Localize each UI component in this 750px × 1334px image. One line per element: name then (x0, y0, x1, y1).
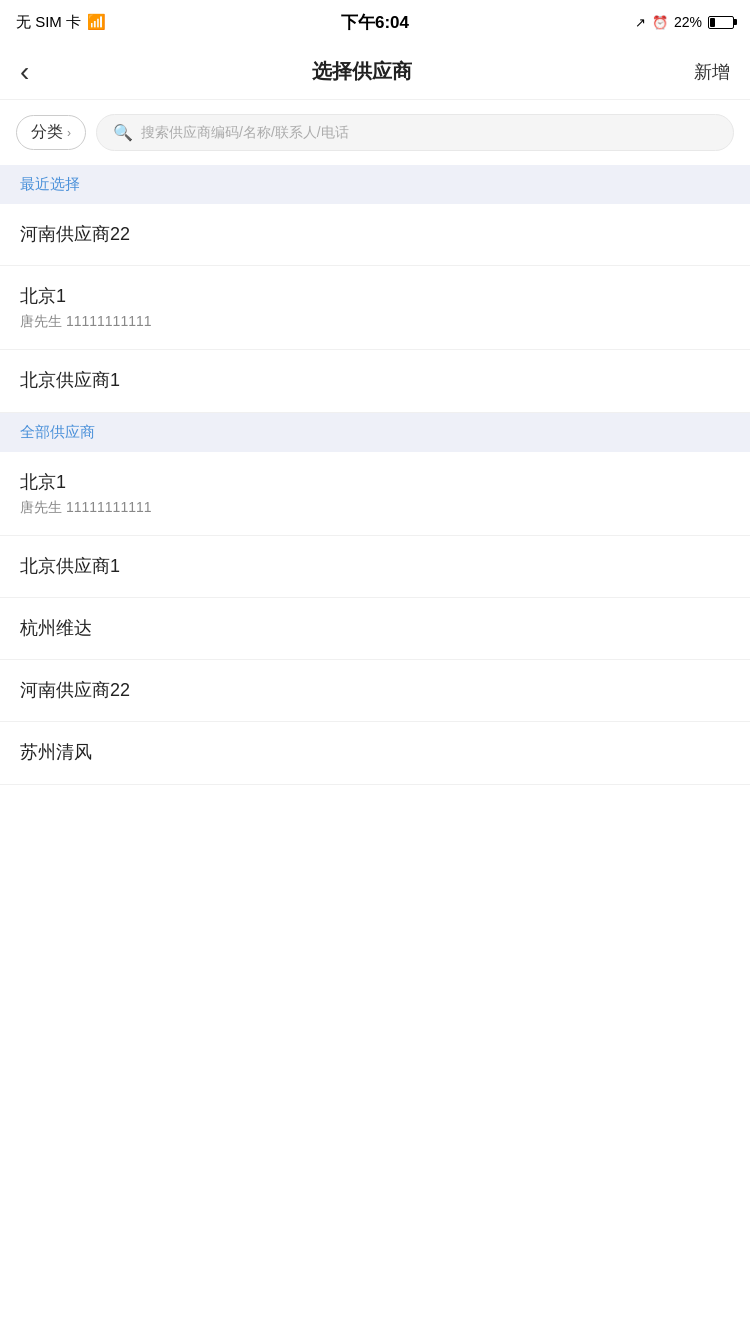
all-section-title: 全部供应商 (20, 423, 95, 440)
search-area: 分类 › 🔍 搜索供应商编码/名称/联系人/电话 (0, 100, 750, 165)
category-button[interactable]: 分类 › (16, 115, 86, 150)
status-time: 下午6:04 (341, 11, 409, 34)
alarm-icon: ⏰ (652, 15, 668, 30)
all-item-3[interactable]: 河南供应商22 (0, 660, 750, 722)
add-button[interactable]: 新增 (694, 60, 730, 84)
all-section-header: 全部供应商 (0, 413, 750, 452)
status-right: ↗ ⏰ 22% (635, 14, 734, 30)
wifi-icon: 📶 (87, 13, 106, 31)
page-title: 选择供应商 (312, 58, 412, 85)
search-placeholder-text: 搜索供应商编码/名称/联系人/电话 (141, 124, 349, 142)
all-item-1[interactable]: 北京供应商1 (0, 536, 750, 598)
chevron-right-icon: › (67, 126, 71, 140)
search-icon: 🔍 (113, 123, 133, 142)
back-button[interactable]: ‹ (20, 58, 29, 86)
all-item-2-name: 杭州维达 (20, 616, 730, 641)
recent-item-1[interactable]: 北京1 唐先生 11111111111 (0, 266, 750, 350)
recent-item-2-name: 北京供应商1 (20, 368, 730, 393)
all-item-3-name: 河南供应商22 (20, 678, 730, 703)
battery-percent: 22% (674, 14, 702, 30)
recent-item-0[interactable]: 河南供应商22 (0, 204, 750, 266)
recent-item-1-sub: 唐先生 11111111111 (20, 313, 730, 331)
nav-bar: ‹ 选择供应商 新增 (0, 44, 750, 100)
recent-item-1-name: 北京1 (20, 284, 730, 309)
all-item-1-name: 北京供应商1 (20, 554, 730, 579)
recent-list: 河南供应商22 北京1 唐先生 11111111111 北京供应商1 (0, 204, 750, 413)
all-item-4-name: 苏州清风 (20, 740, 730, 765)
location-icon: ↗ (635, 15, 646, 30)
search-box[interactable]: 🔍 搜索供应商编码/名称/联系人/电话 (96, 114, 734, 151)
all-item-0-name: 北京1 (20, 470, 730, 495)
battery-icon (708, 16, 734, 29)
recent-item-2[interactable]: 北京供应商1 (0, 350, 750, 412)
all-list: 北京1 唐先生 11111111111 北京供应商1 杭州维达 河南供应商22 … (0, 452, 750, 785)
all-item-4[interactable]: 苏州清风 (0, 722, 750, 784)
category-label: 分类 (31, 122, 63, 143)
all-item-0-sub: 唐先生 11111111111 (20, 499, 730, 517)
no-sim-text: 无 SIM 卡 (16, 13, 81, 32)
recent-section-title: 最近选择 (20, 175, 80, 192)
status-left: 无 SIM 卡 📶 (16, 13, 106, 32)
status-bar: 无 SIM 卡 📶 下午6:04 ↗ ⏰ 22% (0, 0, 750, 44)
all-item-0[interactable]: 北京1 唐先生 11111111111 (0, 452, 750, 536)
recent-section-header: 最近选择 (0, 165, 750, 204)
recent-item-0-name: 河南供应商22 (20, 222, 730, 247)
all-item-2[interactable]: 杭州维达 (0, 598, 750, 660)
